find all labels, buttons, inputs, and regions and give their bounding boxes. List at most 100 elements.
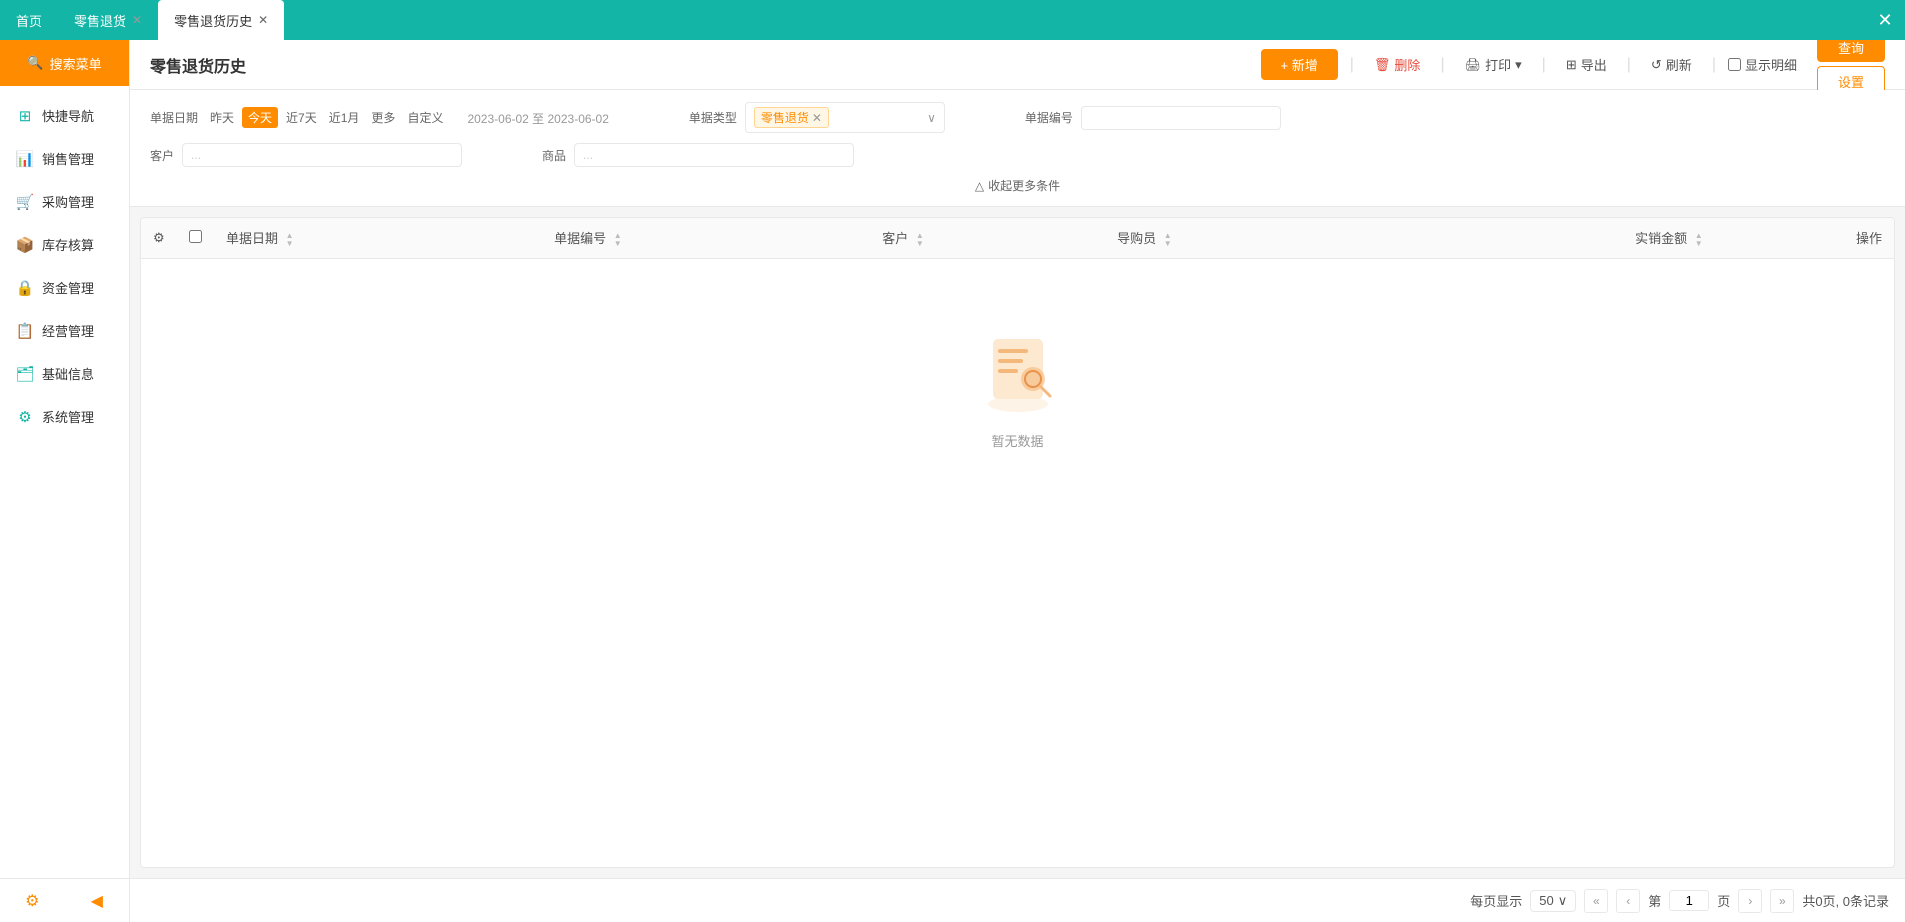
tab-retail-return-history-close[interactable]: ✕ [258,13,268,27]
table-header-number[interactable]: 单据编号 ▲▼ [542,218,870,258]
collapse-icon: △ [975,179,984,193]
delete-button[interactable]: 🗑 删除 [1366,51,1429,78]
date-sort-icon: ▲▼ [286,232,294,248]
sidebar-item-basic-info[interactable]: 🗂 基础信息 [0,352,129,395]
action-col-label: 操作 [1856,231,1882,246]
print-icon: 🖨 [1465,57,1482,73]
window-close-button[interactable]: ✕ [1865,0,1905,40]
per-page-value: 50 [1539,893,1553,908]
show-detail-checkbox-label[interactable]: 显示明细 [1728,55,1797,74]
search-icon: 🔍 [27,55,43,71]
sidebar-item-basic-label: 基础信息 [42,364,94,383]
refresh-button[interactable]: ↺ 刷新 [1643,51,1700,78]
next-page-btn[interactable]: › [1738,889,1762,913]
number-sort-icon: ▲▼ [614,232,622,248]
print-arrow: ▾ [1515,57,1522,73]
sidebar-item-fund-mgmt[interactable]: 🔒 资金管理 [0,266,129,309]
goods-ellipsis: ... [583,148,593,162]
show-detail-checkbox[interactable] [1728,58,1741,71]
sidebar-item-purchase-mgmt[interactable]: 🛒 采购管理 [0,180,129,223]
header-actions: + 新增 | 🗑 删除 | 🖨 打印 ▾ | ⊞ 导出 | [1261,40,1885,97]
tab-retail-return-history[interactable]: 零售退货历史 ✕ [158,0,284,40]
query-button[interactable]: 查询 [1817,40,1885,62]
goods-filter-label: 商品 [542,147,566,164]
sidebar-item-quick-nav[interactable]: ⊞ 快捷导航 [0,94,129,137]
customer-ellipsis: ... [191,148,201,162]
divider-1: | [1350,56,1354,74]
table-header-amount[interactable]: 实销金额 ▲▼ [1387,218,1715,258]
custom-btn[interactable]: 自定义 [403,107,447,128]
pagination-bar: 每页显示 50 ∨ « ‹ 第 页 › » 共0页, 0条记录 [130,878,1905,922]
customer-filter-label: 客户 [150,147,174,164]
sidebar-settings-btn[interactable]: ⚙ [16,885,48,917]
empty-icon [968,319,1068,419]
ops-icon: 📋 [16,322,34,340]
number-filter-group: 单据编号 [1025,106,1281,130]
per-page-select[interactable]: 50 ∨ [1530,890,1576,912]
more-btn[interactable]: 更多 [367,107,399,128]
yesterday-btn[interactable]: 昨天 [206,107,238,128]
sidebar-item-quick-nav-label: 快捷导航 [42,106,94,125]
print-button[interactable]: 🖨 打印 ▾ [1457,51,1530,78]
inventory-icon: 📦 [16,236,34,254]
number-col-label: 单据编号 [554,231,606,246]
sidebar-item-ops-mgmt[interactable]: 📋 经营管理 [0,309,129,352]
export-label: 导出 [1581,55,1607,74]
add-button[interactable]: + 新增 [1261,49,1338,80]
customer-filter-select[interactable]: ... [182,143,462,167]
date-range-value: 2023-06-02 至 2023-06-02 [467,110,608,127]
sidebar-nav: ⊞ 快捷导航 📊 销售管理 🛒 采购管理 📦 库存核算 🔒 资金管理 📋 [0,86,129,878]
divider-2: | [1440,56,1444,74]
refresh-label: 刷新 [1666,55,1692,74]
last7-btn[interactable]: 近7天 [282,107,321,128]
page-input[interactable] [1669,890,1709,911]
date-filter-label: 单据日期 [150,109,198,126]
sidebar-item-purchase-label: 采购管理 [42,192,94,211]
amount-col-label: 实销金额 [1635,231,1687,246]
show-detail-label: 显示明细 [1745,55,1797,74]
guide-sort-icon: ▲▼ [1164,232,1172,248]
last1m-btn[interactable]: 近1月 [325,107,364,128]
today-btn[interactable]: 今天 [242,107,278,128]
customer-col-label: 客户 [882,231,908,246]
per-page-label: 每页显示 [1470,891,1522,910]
number-filter-input[interactable] [1081,106,1281,130]
first-page-btn[interactable]: « [1584,889,1608,913]
goods-filter-select[interactable]: ... [574,143,854,167]
last-page-btn[interactable]: » [1770,889,1794,913]
type-tag-close[interactable]: ✕ [812,111,822,125]
type-tag: 零售退货 ✕ [754,107,829,128]
divider-3: | [1542,56,1546,74]
gear-icon[interactable]: ⚙ [153,230,165,245]
sidebar-item-inventory-check[interactable]: 📦 库存核算 [0,223,129,266]
collapse-btn[interactable]: △ 收起更多条件 [975,177,1060,194]
sidebar-item-sys-mgmt[interactable]: ⚙ 系统管理 [0,395,129,438]
table-header-customer[interactable]: 客户 ▲▼ [870,218,1105,258]
sidebar-item-sys-label: 系统管理 [42,407,94,426]
type-filter-select[interactable]: 零售退货 ✕ ∨ [745,102,945,133]
empty-state: 暂无数据 [141,259,1894,510]
sidebar-search[interactable]: 🔍 搜索菜单 [0,40,129,86]
export-button[interactable]: ⊞ 导出 [1558,51,1615,78]
tab-retail-return-close[interactable]: ✕ [132,13,142,27]
tab-home[interactable]: 首页 [0,0,58,40]
page-unit: 页 [1717,891,1730,910]
sidebar-item-sales-label: 销售管理 [42,149,94,168]
data-table: ⚙ 单据日期 ▲▼ 单据编号 ▲▼ [141,218,1894,259]
sidebar-item-inventory-label: 库存核算 [42,235,94,254]
prev-page-btn[interactable]: ‹ [1616,889,1640,913]
total-info: 共0页, 0条记录 [1802,891,1889,910]
customer-sort-icon: ▲▼ [916,232,924,248]
sidebar-item-sales-mgmt[interactable]: 📊 销售管理 [0,137,129,180]
tab-retail-return[interactable]: 零售退货 ✕ [58,0,158,40]
export-icon: ⊞ [1566,57,1577,73]
number-filter-label: 单据编号 [1025,109,1073,126]
select-all-checkbox[interactable] [189,230,202,243]
goods-filter-group: 商品 ... [542,143,854,167]
amount-sort-icon: ▲▼ [1695,232,1703,248]
table-header-date[interactable]: 单据日期 ▲▼ [214,218,542,258]
delete-label: 删除 [1394,55,1420,74]
sidebar-collapse-btn[interactable]: ◀ [81,885,113,917]
page-label: 第 [1648,891,1661,910]
table-header-guide[interactable]: 导购员 ▲▼ [1105,218,1387,258]
